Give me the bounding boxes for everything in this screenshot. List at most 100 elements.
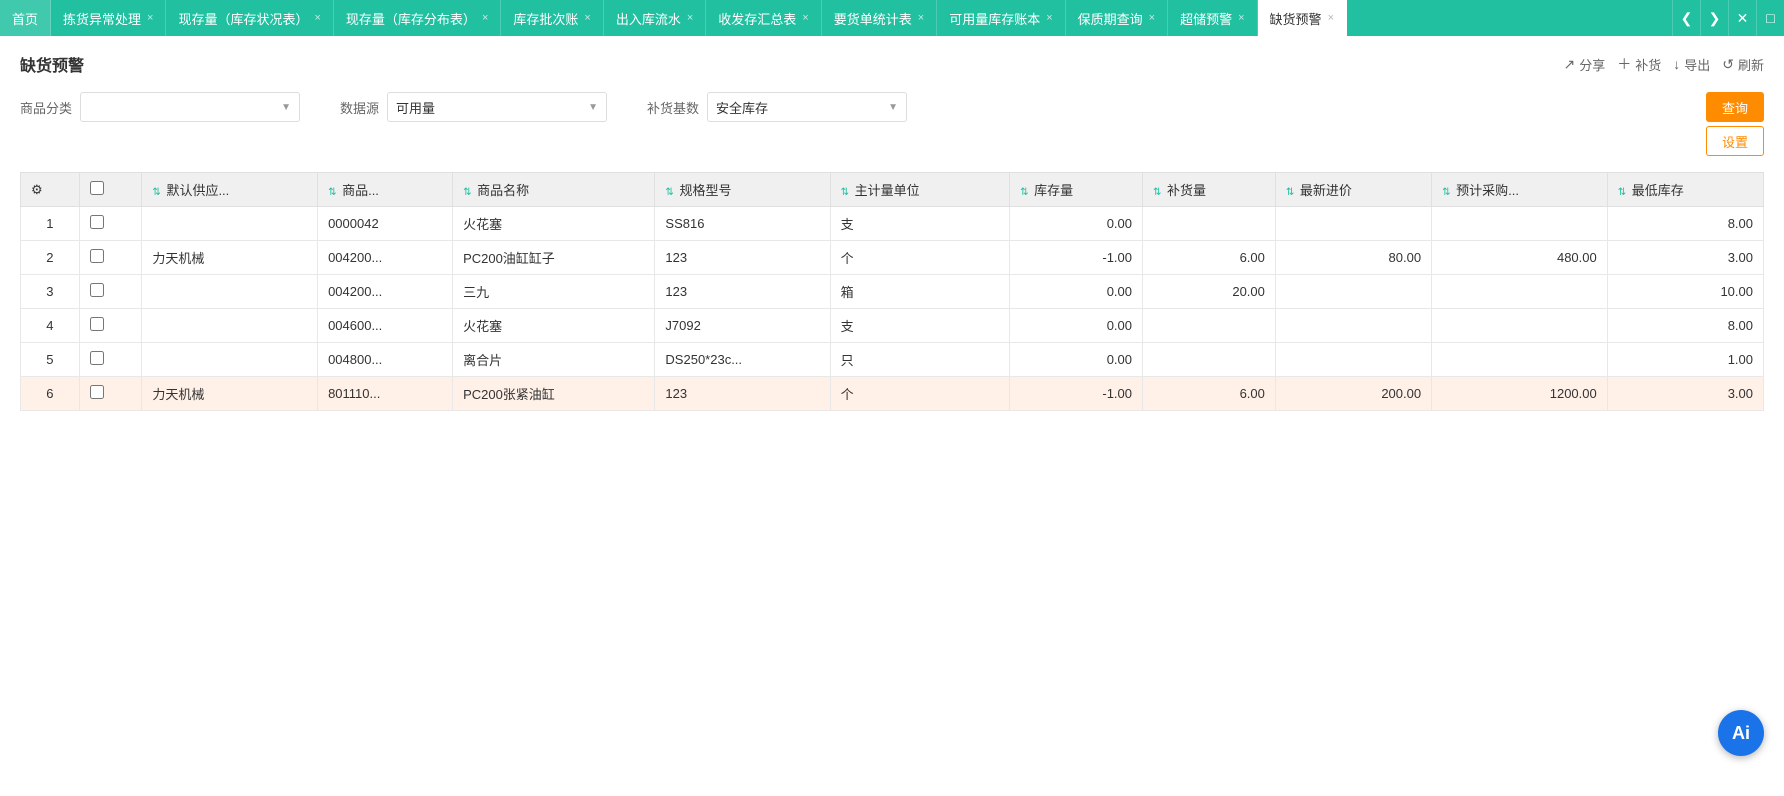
datasource-filter: 数据源 可用量 ▼: [340, 92, 607, 122]
col-gear[interactable]: ⚙: [21, 173, 80, 207]
replenish-button[interactable]: ＋ 补货: [1617, 54, 1661, 74]
replenish-base-label: 补货基数: [647, 98, 699, 117]
export-icon: ↓: [1673, 56, 1680, 72]
category-label: 商品分类: [20, 98, 72, 117]
tab-available[interactable]: 可用量库存账本 ×: [937, 0, 1065, 36]
export-button[interactable]: ↓ 导出: [1673, 55, 1710, 74]
row-estimated-purchase: [1432, 207, 1608, 241]
row-replenish-qty: 20.00: [1143, 275, 1276, 309]
row-latest-price: [1275, 207, 1431, 241]
tab-close-inout[interactable]: ×: [687, 12, 693, 24]
settings-button[interactable]: 设置: [1706, 126, 1764, 156]
tab-inout[interactable]: 出入库流水 ×: [604, 0, 706, 36]
col-product-code[interactable]: ⇅ 商品...: [318, 173, 453, 207]
tab-close-all[interactable]: ✕: [1728, 0, 1756, 36]
row-unit: 只: [830, 343, 1010, 377]
table-body: 1 0000042 火花塞 SS816 支 0.00 8.00 2 力天机械 0…: [21, 207, 1764, 411]
row-stock: 0.00: [1010, 309, 1143, 343]
row-checkbox[interactable]: [90, 249, 104, 263]
category-select[interactable]: ▼: [80, 92, 300, 122]
tab-scroll-right[interactable]: ❯: [1700, 0, 1728, 36]
row-min-stock: 1.00: [1607, 343, 1763, 377]
tab-batch[interactable]: 库存批次账 ×: [501, 0, 603, 36]
tab-expiry[interactable]: 保质期查询 ×: [1066, 0, 1168, 36]
refresh-button[interactable]: ↺ 刷新: [1722, 55, 1764, 74]
page-title: 缺货预警: [20, 52, 84, 76]
row-spec: SS816: [655, 207, 830, 241]
row-product-name: PC200油缸缸子: [453, 241, 655, 275]
col-estimated-purchase[interactable]: ⇅ 预计采购...: [1432, 173, 1608, 207]
row-estimated-purchase: [1432, 343, 1608, 377]
sort-name-icon: ⇅: [463, 187, 471, 198]
datasource-select[interactable]: 可用量 ▼: [387, 92, 607, 122]
row-product-code: 801110...: [318, 377, 453, 411]
col-unit[interactable]: ⇅ 主计量单位: [830, 173, 1010, 207]
tab-stock-dist[interactable]: 现存量（库存分布表） ×: [334, 0, 501, 36]
tab-home[interactable]: 首页: [0, 0, 51, 36]
col-default-supplier[interactable]: ⇅ 默认供应...: [142, 173, 318, 207]
row-checkbox[interactable]: [90, 283, 104, 297]
row-checkbox[interactable]: [90, 351, 104, 365]
share-button[interactable]: ↗ 分享: [1563, 55, 1605, 74]
row-checkbox-cell: [79, 275, 142, 309]
sort-supplier-icon: ⇅: [152, 187, 160, 198]
replenish-base-select[interactable]: 安全库存 ▼: [707, 92, 907, 122]
row-supplier: [142, 309, 318, 343]
row-checkbox[interactable]: [90, 215, 104, 229]
row-latest-price: 200.00: [1275, 377, 1431, 411]
tab-close-batch[interactable]: ×: [584, 12, 590, 24]
tab-summary[interactable]: 收发存汇总表 ×: [706, 0, 821, 36]
tab-close-order-stats[interactable]: ×: [918, 12, 924, 24]
tab-stock-status[interactable]: 现存量（库存状况表） ×: [166, 0, 333, 36]
col-spec[interactable]: ⇅ 规格型号: [655, 173, 830, 207]
col-product-name[interactable]: ⇅ 商品名称: [453, 173, 655, 207]
sort-estimated-icon: ⇅: [1442, 187, 1450, 198]
tab-close-overstock[interactable]: ×: [1238, 12, 1244, 24]
row-replenish-qty: [1143, 309, 1276, 343]
ai-badge[interactable]: Ai: [1718, 710, 1764, 756]
tab-scroll-left[interactable]: ❮: [1672, 0, 1700, 36]
row-spec: DS250*23c...: [655, 343, 830, 377]
tab-close-summary[interactable]: ×: [802, 12, 808, 24]
col-min-stock[interactable]: ⇅ 最低库存: [1607, 173, 1763, 207]
row-num: 6: [21, 377, 80, 411]
col-latest-price[interactable]: ⇅ 最新进价: [1275, 173, 1431, 207]
row-min-stock: 8.00: [1607, 309, 1763, 343]
row-checkbox-cell: [79, 241, 142, 275]
row-num: 5: [21, 343, 80, 377]
tab-close-stock-dist[interactable]: ×: [482, 12, 488, 24]
select-all-checkbox[interactable]: [90, 181, 104, 195]
row-checkbox[interactable]: [90, 317, 104, 331]
tab-close-available[interactable]: ×: [1046, 12, 1052, 24]
category-filter: 商品分类 ▼: [20, 92, 300, 122]
row-supplier: [142, 343, 318, 377]
tab-shortage[interactable]: 缺货预警 ×: [1258, 0, 1347, 36]
row-unit: 个: [830, 241, 1010, 275]
tab-expand[interactable]: □: [1756, 0, 1784, 36]
sort-replenish-icon: ⇅: [1153, 187, 1161, 198]
tab-close-expiry[interactable]: ×: [1149, 12, 1155, 24]
col-replenish-qty[interactable]: ⇅ 补货量: [1143, 173, 1276, 207]
col-stock[interactable]: ⇅ 库存量: [1010, 173, 1143, 207]
row-product-code: 004200...: [318, 275, 453, 309]
row-estimated-purchase: [1432, 275, 1608, 309]
header-actions: ↗ 分享 ＋ 补货 ↓ 导出 ↺ 刷新: [1563, 54, 1764, 74]
query-button[interactable]: 查询: [1706, 92, 1764, 122]
tab-close-stock-status[interactable]: ×: [314, 12, 320, 24]
sort-unit-icon: ⇅: [841, 187, 849, 198]
row-min-stock: 3.00: [1607, 241, 1763, 275]
tab-order-stats[interactable]: 要货单统计表 ×: [822, 0, 937, 36]
row-stock: 0.00: [1010, 207, 1143, 241]
row-checkbox[interactable]: [90, 385, 104, 399]
table-row: 4 004600... 火花塞 J7092 支 0.00 8.00: [21, 309, 1764, 343]
row-estimated-purchase: 1200.00: [1432, 377, 1608, 411]
table-header-row: ⚙ ⇅ 默认供应... ⇅ 商品... ⇅ 商品名称 ⇅: [21, 173, 1764, 207]
tab-close-shortage[interactable]: ×: [1328, 12, 1334, 24]
table-row: 2 力天机械 004200... PC200油缸缸子 123 个 -1.00 6…: [21, 241, 1764, 275]
row-unit: 支: [830, 207, 1010, 241]
row-supplier: 力天机械: [142, 241, 318, 275]
tab-close-exception[interactable]: ×: [147, 12, 153, 24]
tab-overstock[interactable]: 超储预警 ×: [1168, 0, 1257, 36]
tab-exception[interactable]: 拣货异常处理 ×: [51, 0, 166, 36]
row-checkbox-cell: [79, 343, 142, 377]
